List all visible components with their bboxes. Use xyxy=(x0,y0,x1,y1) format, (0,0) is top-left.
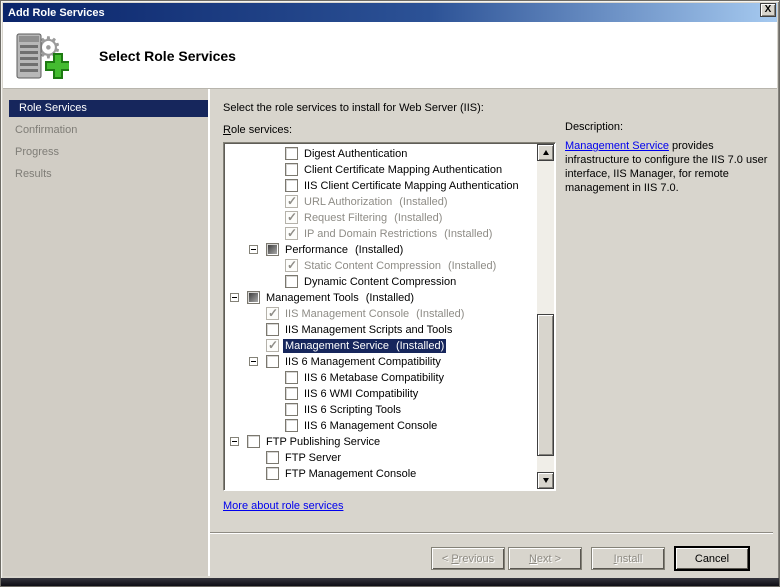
checkbox[interactable]: ✓ xyxy=(285,258,298,272)
tree-row[interactable]: IIS 6 Management Console xyxy=(226,418,536,434)
collapse-minus-icon[interactable] xyxy=(249,245,258,254)
tree-row[interactable]: FTP Management Console xyxy=(226,466,536,482)
tree-row[interactable]: IIS 6 Metabase Compatibility xyxy=(226,370,536,386)
next-button[interactable]: Next > xyxy=(508,547,582,570)
tree-item-label[interactable]: Performance (Installed) xyxy=(283,243,405,257)
collapse-minus-icon[interactable] xyxy=(249,357,258,366)
wizard-header: ⚙ Select Role Services xyxy=(3,22,777,89)
management-service-link[interactable]: Management Service xyxy=(565,140,669,152)
tree-item-label[interactable]: Management Service (Installed) xyxy=(283,339,447,353)
tree-row[interactable]: ✓ URL Authorization (Installed) xyxy=(226,194,536,210)
tree-row[interactable]: FTP Publishing Service xyxy=(226,434,536,450)
tree-item-label[interactable]: IIS 6 Management Console xyxy=(302,419,439,433)
page-title: Select Role Services xyxy=(99,48,236,64)
tree-row[interactable]: IIS 6 WMI Compatibility xyxy=(226,386,536,402)
tree-row[interactable]: FTP Server xyxy=(226,450,536,466)
checkbox[interactable]: ✓ xyxy=(266,306,279,320)
tree-item-label[interactable]: IIS 6 Metabase Compatibility xyxy=(302,371,446,385)
checkbox[interactable]: ✓ xyxy=(285,210,298,224)
server-add-icon: ⚙ xyxy=(16,31,69,79)
main-content: Select the role services to install for … xyxy=(210,89,777,576)
tree-item-label[interactable]: URL Authorization (Installed) xyxy=(302,195,450,209)
checkbox[interactable] xyxy=(266,243,279,256)
intro-text: Select the role services to install for … xyxy=(223,102,484,114)
tree-row[interactable]: Management Tools (Installed) xyxy=(226,290,536,306)
checkbox[interactable] xyxy=(285,419,298,432)
checkbox[interactable] xyxy=(266,451,279,464)
previous-button[interactable]: < Previous xyxy=(431,547,505,570)
window-title: Add Role Services xyxy=(8,6,105,19)
footer-separator xyxy=(210,532,773,534)
tree-item-label[interactable]: FTP Management Console xyxy=(283,467,418,481)
tree-item-label[interactable]: Management Tools (Installed) xyxy=(264,291,416,305)
tree-item-label[interactable]: Client Certificate Mapping Authenticatio… xyxy=(302,163,504,177)
scroll-up-icon[interactable] xyxy=(537,144,554,161)
checkbox[interactable] xyxy=(266,467,279,480)
checkbox[interactable] xyxy=(285,403,298,416)
more-about-role-services-link[interactable]: More about role services xyxy=(223,500,343,512)
close-icon[interactable]: X xyxy=(760,3,776,17)
tree-item-label[interactable]: IIS 6 Management Compatibility xyxy=(283,355,443,369)
install-button[interactable]: Install xyxy=(591,547,665,570)
tree-row[interactable]: IIS Management Scripts and Tools xyxy=(226,322,536,338)
tree-row[interactable]: ✓ Management Service (Installed) xyxy=(226,338,536,354)
scroll-down-icon[interactable] xyxy=(537,472,554,489)
tree-item-label[interactable]: Static Content Compression (Installed) xyxy=(302,259,498,273)
sidebar-item-role-services[interactable]: Role Services xyxy=(9,100,208,117)
tree-row[interactable]: IIS 6 Scripting Tools xyxy=(226,402,536,418)
tree-row[interactable]: ✓ Static Content Compression (Installed) xyxy=(226,258,536,274)
checkbox[interactable] xyxy=(285,371,298,384)
scrollbar-thumb[interactable] xyxy=(537,314,554,456)
tree-item-label[interactable]: FTP Publishing Service xyxy=(264,435,382,449)
tree-row[interactable]: IIS 6 Management Compatibility xyxy=(226,354,536,370)
role-services-label: Role services: xyxy=(223,124,293,136)
description-heading: Description: xyxy=(565,121,624,133)
bottom-edge xyxy=(1,578,779,586)
checkbox[interactable] xyxy=(285,163,298,176)
checkbox[interactable] xyxy=(247,291,260,304)
wizard-steps-sidebar: Role Services Confirmation Progress Resu… xyxy=(3,89,208,576)
tree-row[interactable]: ✓ IP and Domain Restrictions (Installed) xyxy=(226,226,536,242)
tree-row[interactable]: ✓ Request Filtering (Installed) xyxy=(226,210,536,226)
tree-row[interactable]: ✓ IIS Management Console (Installed) xyxy=(226,306,536,322)
tree-item-label[interactable]: IIS 6 WMI Compatibility xyxy=(302,387,420,401)
description-panel: Description: Management Service provides… xyxy=(565,121,777,195)
checkbox[interactable] xyxy=(285,179,298,192)
sidebar-item-confirmation[interactable]: Confirmation xyxy=(3,122,208,139)
sidebar-item-progress[interactable]: Progress xyxy=(3,144,208,161)
tree-item-label[interactable]: FTP Server xyxy=(283,451,343,465)
tree-row[interactable]: Client Certificate Mapping Authenticatio… xyxy=(226,162,536,178)
checkbox[interactable] xyxy=(266,323,279,336)
tree-item-label[interactable]: IIS Client Certificate Mapping Authentic… xyxy=(302,179,521,193)
checkbox[interactable] xyxy=(247,435,260,448)
tree-item-label[interactable]: Dynamic Content Compression xyxy=(302,275,458,289)
role-services-tree: Digest Authentication Client Certificate … xyxy=(223,142,556,491)
tree-scrollbar[interactable] xyxy=(537,144,554,489)
checkbox[interactable] xyxy=(285,275,298,288)
collapse-minus-icon[interactable] xyxy=(230,437,239,446)
tree-row[interactable]: IIS Client Certificate Mapping Authentic… xyxy=(226,178,536,194)
tree-item-label[interactable]: Request Filtering (Installed) xyxy=(302,211,444,225)
checkbox[interactable] xyxy=(266,355,279,368)
description-text: Management Service provides infrastructu… xyxy=(565,139,777,195)
tree-row[interactable]: Digest Authentication xyxy=(226,146,536,162)
add-role-services-dialog: Add Role Services X ⚙ Select Role Servic… xyxy=(0,0,780,587)
checkbox[interactable]: ✓ xyxy=(285,194,298,208)
collapse-minus-icon[interactable] xyxy=(230,293,239,302)
tree-item-label[interactable]: Digest Authentication xyxy=(302,147,409,161)
checkbox[interactable]: ✓ xyxy=(266,338,279,352)
tree-item-label[interactable]: IIS 6 Scripting Tools xyxy=(302,403,403,417)
tree-item-label[interactable]: IIS Management Console (Installed) xyxy=(283,307,466,321)
tree-row[interactable]: Dynamic Content Compression xyxy=(226,274,536,290)
title-bar: Add Role Services xyxy=(3,3,777,22)
tree-item-label[interactable]: IIS Management Scripts and Tools xyxy=(283,323,454,337)
sidebar-item-results[interactable]: Results xyxy=(3,166,208,183)
tree-row[interactable]: Performance (Installed) xyxy=(226,242,536,258)
tree-item-label[interactable]: IP and Domain Restrictions (Installed) xyxy=(302,227,494,241)
checkbox[interactable] xyxy=(285,147,298,160)
checkbox[interactable] xyxy=(285,387,298,400)
checkbox[interactable]: ✓ xyxy=(285,226,298,240)
cancel-button[interactable]: Cancel xyxy=(675,547,749,570)
